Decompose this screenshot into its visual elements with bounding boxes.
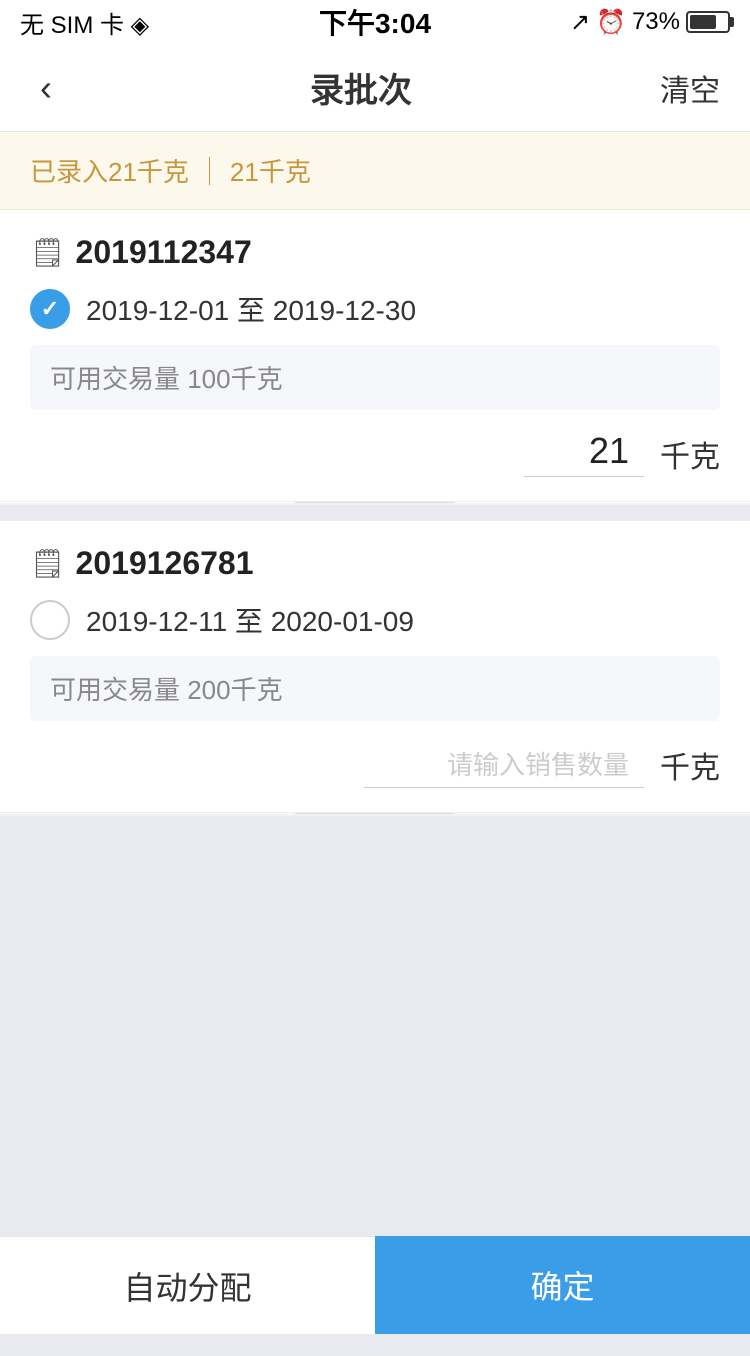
batch-qty-row-1: 千克: [0, 410, 750, 502]
batch-unit-2: 千克: [660, 743, 720, 787]
batch-unit-1: 千克: [660, 432, 720, 476]
batch-header-2: 🗒 2019126781: [0, 521, 750, 592]
status-time: 下午3:04: [319, 2, 431, 42]
batch-qty-input-2[interactable]: [364, 741, 644, 783]
summary-label: 已录入21千克: [30, 152, 189, 189]
status-bar: 无 SIM 卡 ◈ 下午3:04 ↗ ⏰ 73%: [0, 0, 750, 44]
clear-button[interactable]: 清空: [660, 66, 720, 110]
batch-qty-input-1[interactable]: [524, 430, 644, 472]
battery-percent: 73%: [632, 8, 680, 36]
divider-1: [295, 502, 455, 503]
batch-qty-row-2: 千克: [0, 721, 750, 813]
location-icon: ↗: [570, 8, 590, 37]
nav-bar: ‹ 录批次 清空: [0, 44, 750, 132]
batch-date-2: 2019-12-11 至 2020-01-09: [86, 600, 414, 640]
batch-checkbox-2[interactable]: [30, 600, 70, 640]
batch-card-1: 🗒 2019112347 2019-12-01 至 2019-12-30 可用交…: [0, 210, 750, 503]
batch-icon-1: 🗒: [30, 236, 66, 269]
batch-date-row-2: 2019-12-11 至 2020-01-09: [0, 592, 750, 648]
battery-icon: [686, 11, 730, 33]
summary-divider: [209, 157, 210, 185]
status-left: 无 SIM 卡 ◈: [20, 5, 149, 40]
page-title: 录批次: [310, 63, 412, 112]
sim-status: 无 SIM 卡 ◈: [20, 5, 149, 40]
qty-underline-2: [364, 741, 644, 788]
batch-id-2: 2019126781: [76, 545, 254, 582]
bottom-actions: 自动分配 确定: [0, 1236, 750, 1334]
summary-amount: 21千克: [230, 152, 311, 189]
divider-2: [295, 813, 455, 814]
status-right: ↗ ⏰ 73%: [570, 8, 730, 37]
batch-icon-2: 🗒: [30, 547, 66, 580]
batch-card-2: 🗒 2019126781 2019-12-11 至 2020-01-09 可用交…: [0, 521, 750, 814]
summary-bar: 已录入21千克 21千克: [0, 132, 750, 210]
auto-distribute-button[interactable]: 自动分配: [0, 1236, 375, 1334]
alarm-icon: ⏰: [596, 8, 626, 37]
batch-avail-1: 可用交易量 100千克: [30, 345, 720, 410]
batch-avail-2: 可用交易量 200千克: [30, 656, 720, 721]
batch-date-row-1: 2019-12-01 至 2019-12-30: [0, 281, 750, 337]
batch-header-1: 🗒 2019112347: [0, 210, 750, 281]
batch-checkbox-1[interactable]: [30, 289, 70, 329]
batch-date-1: 2019-12-01 至 2019-12-30: [86, 289, 416, 329]
back-button[interactable]: ‹: [30, 57, 62, 119]
card-separator-1: [0, 505, 750, 521]
batch-id-1: 2019112347: [76, 234, 252, 271]
confirm-button[interactable]: 确定: [375, 1236, 750, 1334]
qty-underline-1: [524, 430, 644, 477]
